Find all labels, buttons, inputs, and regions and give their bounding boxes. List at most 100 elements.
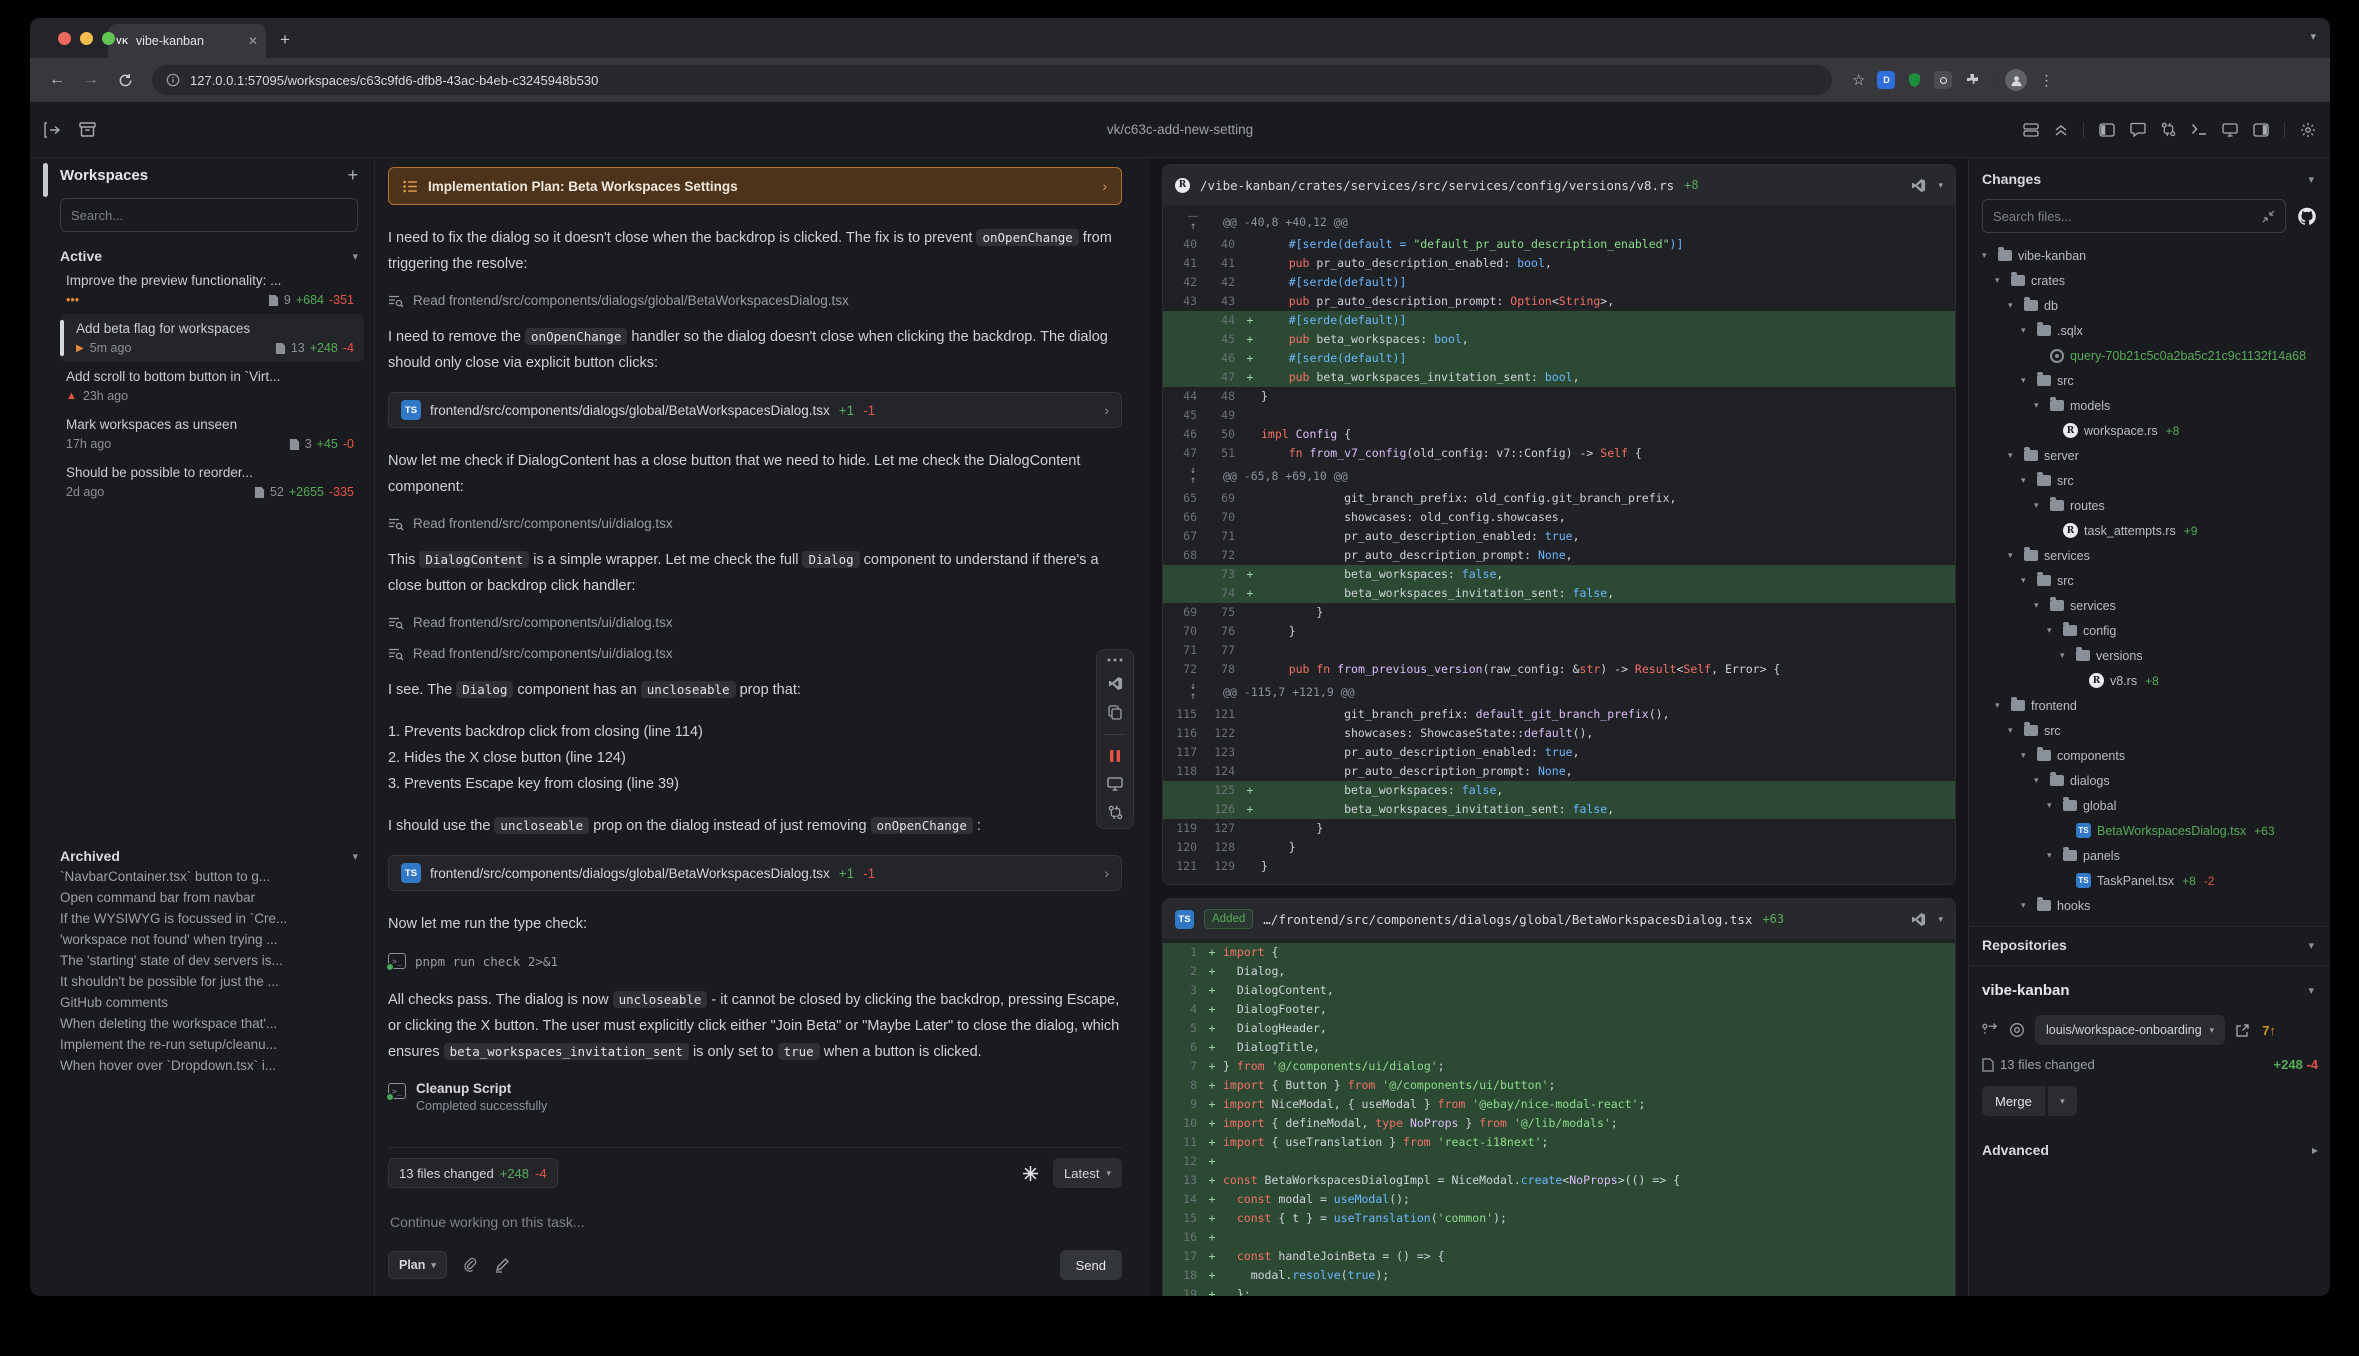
settings-gear-icon[interactable]: [2300, 122, 2316, 138]
archived-workspace-item[interactable]: 'workspace not found' when trying ...: [60, 929, 366, 950]
workspace-item[interactable]: Add beta flag for workspaces ▶ 5m ago 13 +24…: [60, 314, 364, 362]
forward-icon[interactable]: →: [76, 65, 106, 95]
git-compare-icon[interactable]: [1108, 805, 1123, 820]
add-workspace-button[interactable]: +: [347, 165, 358, 186]
merge-button[interactable]: Merge: [1982, 1086, 2045, 1116]
sidebar-scrollbar[interactable]: [43, 163, 48, 197]
tab-close-icon[interactable]: ✕: [248, 34, 258, 48]
terminal-icon[interactable]: [2191, 123, 2207, 136]
terminal-command-row[interactable]: >_ pnpm run check 2>&1: [386, 953, 1122, 971]
minimize-window-button[interactable]: [80, 32, 93, 45]
zoom-window-button[interactable]: [102, 32, 115, 45]
tree-folder[interactable]: ▾ db: [1982, 293, 2318, 318]
tool-read-row[interactable]: Read frontend/src/components/ui/dialog.t…: [388, 646, 1122, 661]
tree-folder[interactable]: ▾ services: [1982, 593, 2318, 618]
archived-workspace-item[interactable]: GitHub comments: [60, 992, 366, 1013]
workspace-item[interactable]: Improve the preview functionality: ... ••…: [60, 266, 364, 314]
repositories-section-header[interactable]: Repositories ▾: [1982, 931, 2318, 957]
tree-folder[interactable]: ▾ src: [1982, 368, 2318, 393]
tree-folder[interactable]: ▾ src: [1982, 468, 2318, 493]
version-dropdown[interactable]: Latest ▾: [1053, 1158, 1122, 1188]
tree-folder[interactable]: ▾ frontend: [1982, 693, 2318, 718]
advanced-section-header[interactable]: Advanced ▸: [1982, 1142, 2318, 1158]
diff-file-header[interactable]: TS Added …/frontend/src/components/dialo…: [1163, 899, 1955, 939]
pause-icon[interactable]: [1109, 749, 1121, 763]
vscode-icon[interactable]: [1108, 676, 1123, 691]
tree-file[interactable]: Rworkspace.rs +8: [1982, 418, 2318, 443]
expand-hunk-icon[interactable]: ┄┄ ↑: [1163, 209, 1223, 235]
browser-menu-kebab-icon[interactable]: ⋮: [2039, 72, 2053, 89]
tree-folder[interactable]: ▾ routes: [1982, 493, 2318, 518]
files-changed-pill[interactable]: 13 files changed +248 -4: [388, 1158, 558, 1188]
comment-icon[interactable]: [2130, 122, 2146, 137]
sidebar-toggle-icon[interactable]: [44, 121, 61, 138]
address-bar[interactable]: 127.0.0.1:57095/workspaces/c63c9fd6-dfb8…: [152, 65, 1832, 95]
extension-icon-camera[interactable]: [1934, 71, 1953, 89]
tab-search-icon[interactable]: ▾: [2310, 30, 2316, 43]
tree-file[interactable]: Rtask_attempts.rs +9: [1982, 518, 2318, 543]
copy-icon[interactable]: [1108, 705, 1122, 720]
tree-folder[interactable]: ▾ dialogs: [1982, 768, 2318, 793]
github-icon[interactable]: [2296, 206, 2318, 227]
monitor-icon[interactable]: [2222, 122, 2238, 137]
archived-workspace-item[interactable]: If the WYSIWYG is focussed in `Cre...: [60, 908, 366, 929]
tree-folder[interactable]: ▾ global: [1982, 793, 2318, 818]
open-in-vscode-icon[interactable]: [1911, 178, 1926, 193]
workspace-item[interactable]: Mark workspaces as unseen 17h ago 3 +45 -0: [60, 410, 364, 458]
info-icon[interactable]: [166, 73, 180, 87]
collapse-all-icon[interactable]: [2054, 123, 2068, 137]
file-change-card[interactable]: TS frontend/src/components/dialogs/global…: [388, 855, 1122, 891]
archived-workspace-item[interactable]: The 'starting' state of dev servers is..…: [60, 950, 366, 971]
git-compare-icon[interactable]: [2161, 122, 2176, 137]
tool-read-row[interactable]: Read frontend/src/components/dialogs/glo…: [388, 293, 1122, 308]
archived-workspace-item[interactable]: When deleting the workspace that'...: [60, 1013, 366, 1034]
tree-file[interactable]: TS BetaWorkspacesDialog.tsx +63: [1982, 818, 2318, 843]
tree-file[interactable]: query-70b21c5c0a2ba5c21c9c1132f14a68: [1982, 343, 2318, 368]
expand-hunk-icon[interactable]: ↓ ↑: [1163, 679, 1223, 705]
monitor-icon[interactable]: [1107, 777, 1123, 791]
edit-pen-icon[interactable]: [494, 1257, 510, 1273]
workspace-search-input[interactable]: Search...: [60, 198, 358, 232]
branch-dropdown[interactable]: louis/workspace-onboarding ▾: [2035, 1015, 2226, 1045]
plan-banner[interactable]: Implementation Plan: Beta Workspaces Set…: [388, 167, 1122, 205]
layout-rows-icon[interactable]: [2023, 122, 2039, 137]
open-external-icon[interactable]: [2235, 1023, 2250, 1038]
archived-section-header[interactable]: Archived ▾: [60, 848, 374, 864]
changes-section-header[interactable]: Changes ▾: [1982, 165, 2318, 191]
workspace-item[interactable]: Add scroll to bottom button in `Virt... ▲…: [60, 362, 364, 410]
collapse-panel-icon[interactable]: ▾: [1938, 914, 1943, 925]
tree-folder[interactable]: ▾ models: [1982, 393, 2318, 418]
tree-folder[interactable]: ▾ hooks: [1982, 893, 2318, 918]
tree-folder[interactable]: ▾ services: [1982, 543, 2318, 568]
archived-workspace-item[interactable]: Open command bar from navbar: [60, 887, 366, 908]
tree-file[interactable]: Rv8.rs +8: [1982, 668, 2318, 693]
tree-folder[interactable]: ▾ src: [1982, 718, 2318, 743]
collapse-tree-icon[interactable]: [2262, 210, 2275, 223]
tool-read-row[interactable]: Read frontend/src/components/ui/dialog.t…: [388, 516, 1122, 531]
cleanup-script-row[interactable]: >_ Cleanup Script Completed successfully: [386, 1081, 1122, 1113]
message-input[interactable]: Continue working on this task...: [388, 1208, 1122, 1250]
tree-file[interactable]: TS TaskPanel.tsx +8 -2: [1982, 868, 2318, 893]
window-controls[interactable]: [58, 32, 115, 45]
bookmark-star-icon[interactable]: ☆: [1852, 71, 1865, 89]
repository-header[interactable]: vibe-kanban ▾: [1982, 976, 2318, 1003]
archived-workspace-item[interactable]: When hover over `Dropdown.tsx` i...: [60, 1055, 366, 1076]
archived-workspace-item[interactable]: Implement the re-run setup/cleanu...: [60, 1034, 366, 1055]
close-window-button[interactable]: [58, 32, 71, 45]
extensions-puzzle-icon[interactable]: [1964, 72, 1980, 88]
diff-file-header[interactable]: R /vibe-kanban/crates/services/src/servi…: [1163, 165, 1955, 205]
tree-folder[interactable]: ▾ components: [1982, 743, 2318, 768]
browser-tab[interactable]: VK vibe-kanban ✕: [108, 24, 266, 58]
tree-folder[interactable]: ▾ src: [1982, 568, 2318, 593]
new-tab-button[interactable]: +: [280, 30, 290, 58]
active-section-header[interactable]: Active ▾: [60, 248, 374, 264]
archived-workspace-item[interactable]: `NavbarContainer.tsx` button to g...: [60, 866, 366, 887]
extension-icon-shield[interactable]: [1907, 72, 1922, 88]
panel-left-icon[interactable]: [2099, 122, 2115, 137]
tree-folder[interactable]: ▾ panels: [1982, 843, 2318, 868]
file-change-card[interactable]: TS frontend/src/components/dialogs/global…: [388, 392, 1122, 428]
open-in-vscode-icon[interactable]: [1911, 912, 1926, 927]
tree-folder[interactable]: ▾ server: [1982, 443, 2318, 468]
back-icon[interactable]: ←: [42, 65, 72, 95]
tree-folder[interactable]: ▾ versions: [1982, 643, 2318, 668]
